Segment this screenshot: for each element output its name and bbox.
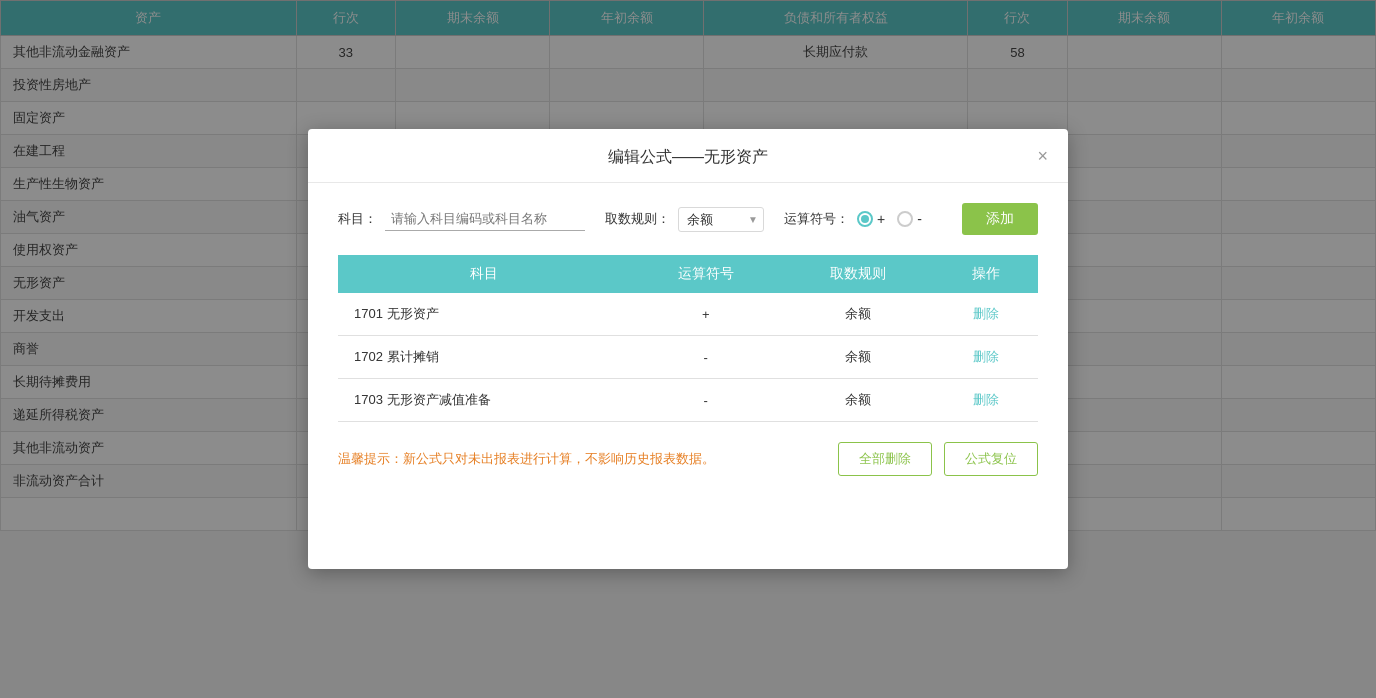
formula-operator: + <box>630 293 782 336</box>
subject-input[interactable] <box>385 207 585 231</box>
modal-title: 编辑公式——无形资产 <box>608 147 768 168</box>
rule-group: 取数规则： 余额 借方 贷方 借方累计 贷方累计 ▼ <box>605 207 764 232</box>
formula-action: 删除 <box>934 336 1038 379</box>
radio-plus[interactable]: + <box>857 211 885 227</box>
formula-rule: 余额 <box>782 293 934 336</box>
reset-button[interactable]: 公式复位 <box>944 442 1038 476</box>
formula-action: 删除 <box>934 379 1038 422</box>
formula-operator: - <box>630 379 782 422</box>
radio-minus-circle <box>897 211 913 227</box>
radio-minus-label: - <box>917 211 922 227</box>
modal-close-button[interactable]: × <box>1033 143 1052 169</box>
operator-label: 运算符号： <box>784 210 849 228</box>
delete-row-button[interactable]: 删除 <box>973 391 999 409</box>
add-button[interactable]: 添加 <box>962 203 1038 235</box>
form-row: 科目： 取数规则： 余额 借方 贷方 借方累计 贷方累计 ▼ 运算符号 <box>308 183 1068 255</box>
formula-row: 1702 累计摊销 - 余额 删除 <box>338 336 1038 379</box>
radio-plus-label: + <box>877 211 885 227</box>
modal-dialog: 编辑公式——无形资产 × 科目： 取数规则： 余额 借方 贷方 借方累计 贷方累… <box>308 129 1068 569</box>
radio-group: + - <box>857 211 922 227</box>
formula-row: 1703 无形资产减值准备 - 余额 删除 <box>338 379 1038 422</box>
radio-plus-circle <box>857 211 873 227</box>
footer-hint: 温馨提示：新公式只对未出报表进行计算，不影响历史报表数据。 <box>338 450 715 468</box>
formula-subject: 1703 无形资产减值准备 <box>338 379 630 422</box>
th-action: 操作 <box>934 255 1038 293</box>
delete-all-button[interactable]: 全部删除 <box>838 442 932 476</box>
formula-rule: 余额 <box>782 379 934 422</box>
subject-group: 科目： <box>338 207 585 231</box>
formula-rule: 余额 <box>782 336 934 379</box>
table-header-row: 科目 运算符号 取数规则 操作 <box>338 255 1038 293</box>
delete-row-button[interactable]: 删除 <box>973 348 999 366</box>
formula-subject: 1702 累计摊销 <box>338 336 630 379</box>
modal-overlay: 编辑公式——无形资产 × 科目： 取数规则： 余额 借方 贷方 借方累计 贷方累… <box>0 0 1376 698</box>
th-subject: 科目 <box>338 255 630 293</box>
th-operator: 运算符号 <box>630 255 782 293</box>
formula-action: 删除 <box>934 293 1038 336</box>
delete-row-button[interactable]: 删除 <box>973 305 999 323</box>
rule-select-wrapper: 余额 借方 贷方 借方累计 贷方累计 ▼ <box>678 207 764 232</box>
rule-label: 取数规则： <box>605 210 670 228</box>
formula-subject: 1701 无形资产 <box>338 293 630 336</box>
modal-footer: 温馨提示：新公式只对未出报表进行计算，不影响历史报表数据。 全部删除 公式复位 <box>308 422 1068 486</box>
th-rule: 取数规则 <box>782 255 934 293</box>
footer-actions: 全部删除 公式复位 <box>838 442 1038 476</box>
operator-group: 运算符号： + - <box>784 210 922 228</box>
subject-label: 科目： <box>338 210 377 228</box>
modal-header: 编辑公式——无形资产 × <box>308 129 1068 183</box>
rule-select[interactable]: 余额 借方 贷方 借方累计 贷方累计 <box>678 207 764 232</box>
radio-minus[interactable]: - <box>897 211 922 227</box>
formula-table: 科目 运算符号 取数规则 操作 1701 无形资产 + 余额 删除 1702 累… <box>338 255 1038 422</box>
formula-operator: - <box>630 336 782 379</box>
formula-row: 1701 无形资产 + 余额 删除 <box>338 293 1038 336</box>
